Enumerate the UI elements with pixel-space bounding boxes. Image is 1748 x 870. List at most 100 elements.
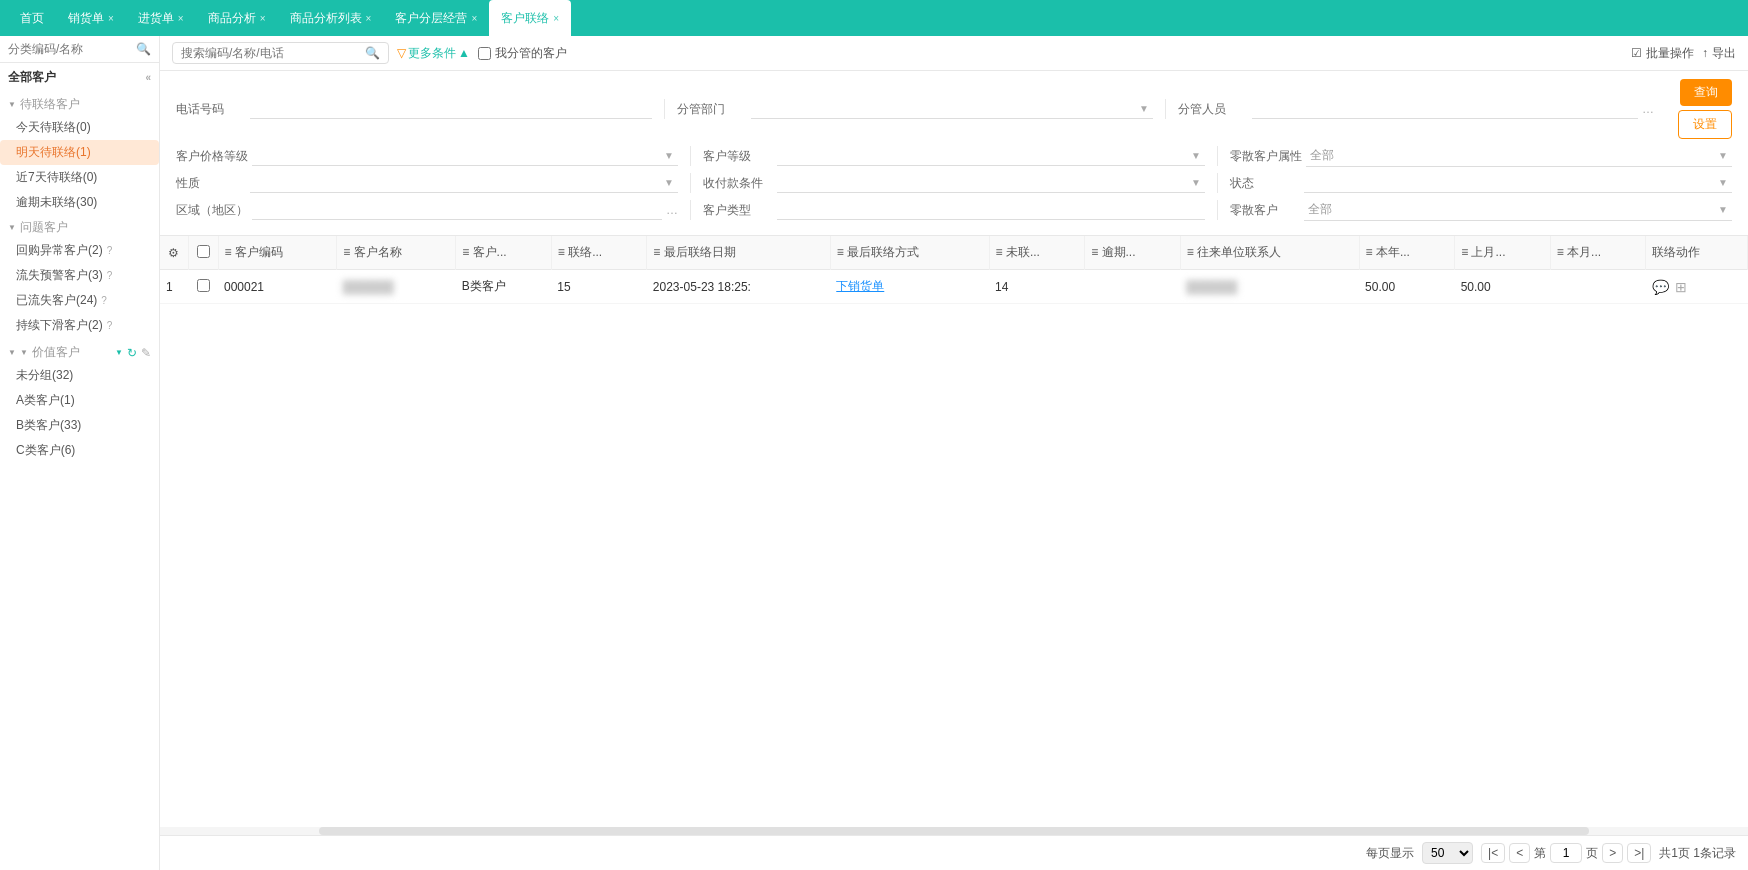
manager-more-icon[interactable]: … xyxy=(1642,102,1654,116)
query-btn[interactable]: 查询 xyxy=(1680,79,1732,106)
cell-index: 1 xyxy=(160,270,188,304)
divider-5 xyxy=(690,173,691,193)
my-customers-checkbox[interactable] xyxy=(478,47,491,60)
cell-overdue xyxy=(1085,270,1181,304)
filter-payment-select[interactable]: ▼ xyxy=(777,174,1205,193)
filter-gender-select[interactable]: ▼ xyxy=(250,174,678,193)
help-icon-2[interactable]: ? xyxy=(107,270,113,281)
cell-no-contact: 14 xyxy=(989,270,1085,304)
search-icon[interactable]: 🔍 xyxy=(365,46,380,60)
region-more-icon[interactable]: … xyxy=(666,203,678,217)
settings-btn[interactable]: 设置 xyxy=(1678,110,1732,139)
cell-checkbox[interactable] xyxy=(188,270,218,304)
sidebar-search-icon[interactable]: 🔍 xyxy=(136,42,151,56)
sidebar-search-input[interactable] xyxy=(8,42,136,56)
nav-product-analysis-list[interactable]: 商品分析列表 × xyxy=(278,0,384,36)
col-unit-contact[interactable]: ≡ 往来单位联系人 xyxy=(1180,236,1359,270)
nav-sales-order[interactable]: 销货单 × xyxy=(56,0,126,36)
col-last-contact-date[interactable]: ≡ 最后联络日期 xyxy=(647,236,830,270)
actions-wrap: 💬 ⊞ xyxy=(1652,279,1742,295)
grid-icon[interactable]: ⊞ xyxy=(1675,279,1687,295)
close-product-analysis-icon[interactable]: × xyxy=(260,13,266,24)
sidebar-item-churn-warning[interactable]: 流失预警客户(3) ? xyxy=(0,263,159,288)
edit-icon[interactable]: ✎ xyxy=(141,346,151,360)
nav-home[interactable]: 首页 xyxy=(8,0,56,36)
col-no-contact[interactable]: ≡ 未联... xyxy=(989,236,1085,270)
prev-page-btn[interactable]: < xyxy=(1509,843,1530,863)
filter-region-input[interactable] xyxy=(252,201,662,220)
horizontal-scrollbar[interactable] xyxy=(160,827,1748,835)
caret-icon-5: ▼ xyxy=(664,177,674,188)
filter-customer-type-select[interactable] xyxy=(777,201,1205,220)
per-page-label: 每页显示 xyxy=(1366,845,1414,862)
batch-op-btn[interactable]: ☑ 批量操作 xyxy=(1631,45,1694,62)
refresh-icon[interactable]: ↻ xyxy=(115,346,137,360)
filter-price-level-select[interactable]: ▼ xyxy=(252,147,678,166)
sidebar-item-a-customers[interactable]: A类客户(1) xyxy=(0,388,159,413)
col-contact[interactable]: ≡ 联络... xyxy=(551,236,647,270)
cell-last-method[interactable]: 下销货单 xyxy=(830,270,989,304)
nav-customer-stratify[interactable]: 客户分层经营 × xyxy=(383,0,489,36)
sidebar-item-declining[interactable]: 持续下滑客户(2) ? xyxy=(0,313,159,338)
next-page-btn[interactable]: > xyxy=(1602,843,1623,863)
close-purchase-order-icon[interactable]: × xyxy=(178,13,184,24)
col-last-month[interactable]: ≡ 上月... xyxy=(1455,236,1551,270)
col-this-year[interactable]: ≡ 本年... xyxy=(1359,236,1455,270)
cell-this-year: 50.00 xyxy=(1359,270,1455,304)
sidebar-group-problem: 问题客户 xyxy=(0,215,159,238)
col-code[interactable]: ≡ 客户编码 xyxy=(218,236,337,270)
col-overdue[interactable]: ≡ 逾期... xyxy=(1085,236,1181,270)
help-icon-3[interactable]: ? xyxy=(101,295,107,306)
filter-manager-input[interactable] xyxy=(1252,100,1638,119)
col-checkbox[interactable] xyxy=(188,236,218,270)
page-size-select[interactable]: 50 100 200 xyxy=(1422,842,1473,864)
col-this-month[interactable]: ≡ 本月... xyxy=(1550,236,1646,270)
col-settings[interactable]: ⚙ xyxy=(160,236,188,270)
close-customer-contact-icon[interactable]: × xyxy=(553,13,559,24)
filter-phone-input[interactable] xyxy=(250,100,652,119)
sidebar-item-c-customers[interactable]: C类客户(6) xyxy=(0,438,159,463)
comment-icon[interactable]: 💬 xyxy=(1652,279,1669,295)
filter-status-select[interactable]: ▼ xyxy=(1304,174,1732,193)
divider-1 xyxy=(664,99,665,119)
filter-customer-level-select[interactable]: ▼ xyxy=(777,147,1205,166)
my-customers-label[interactable]: 我分管的客户 xyxy=(478,45,567,62)
search-input[interactable] xyxy=(181,46,361,60)
help-icon-4[interactable]: ? xyxy=(107,320,113,331)
row-checkbox[interactable] xyxy=(197,279,210,292)
col-type[interactable]: ≡ 客户... xyxy=(456,236,552,270)
nav-product-analysis[interactable]: 商品分析 × xyxy=(196,0,278,36)
sidebar-item-7days-contact[interactable]: 近7天待联络(0) xyxy=(0,165,159,190)
filter-row-3: 性质 ▼ 收付款条件 ▼ 状态 ▼ xyxy=(176,173,1732,193)
filter-dept-select[interactable]: ▼ xyxy=(751,100,1153,119)
divider-3 xyxy=(690,146,691,166)
filter-retail-attr-select[interactable]: 全部 ▼ xyxy=(1306,145,1732,167)
sidebar-all-customers[interactable]: 全部客户 « xyxy=(0,63,159,92)
col-last-contact-method[interactable]: ≡ 最后联络方式 xyxy=(830,236,989,270)
last-page-btn[interactable]: >| xyxy=(1627,843,1651,863)
more-conditions-btn[interactable]: ▽ 更多条件 ▲ xyxy=(397,45,470,62)
sidebar-item-b-customers[interactable]: B类客户(33) xyxy=(0,413,159,438)
close-sales-order-icon[interactable]: × xyxy=(108,13,114,24)
sidebar-item-ungroup[interactable]: 未分组(32) xyxy=(0,363,159,388)
sidebar-item-churned[interactable]: 已流失客户(24) ? xyxy=(0,288,159,313)
filter-retail-customer-select[interactable]: 全部 ▼ xyxy=(1304,199,1732,221)
customers-table: ⚙ ≡ 客户编码 ≡ 客户名称 ≡ 客户... ≡ 联络... xyxy=(160,236,1748,304)
sidebar-item-overdue-contact[interactable]: 逾期未联络(30) xyxy=(0,190,159,215)
first-page-btn[interactable]: |< xyxy=(1481,843,1505,863)
nav-customer-contact[interactable]: 客户联络 × xyxy=(489,0,571,36)
page-input[interactable] xyxy=(1550,843,1582,863)
export-btn[interactable]: ↑ 导出 xyxy=(1702,45,1736,62)
sidebar-item-repurchase-abnormal[interactable]: 回购异常客户(2) ? xyxy=(0,238,159,263)
close-customer-stratify-icon[interactable]: × xyxy=(471,13,477,24)
nav-purchase-order[interactable]: 进货单 × xyxy=(126,0,196,36)
sidebar-item-today-contact[interactable]: 今天待联络(0) xyxy=(0,115,159,140)
select-all-checkbox[interactable] xyxy=(197,245,210,258)
cell-this-month xyxy=(1550,270,1646,304)
divider-4 xyxy=(1217,146,1218,166)
cell-last-date: 2023-05-23 18:25: xyxy=(647,270,830,304)
help-icon-1[interactable]: ? xyxy=(107,245,113,256)
col-name[interactable]: ≡ 客户名称 xyxy=(337,236,456,270)
sidebar-item-tomorrow-contact[interactable]: 明天待联络(1) xyxy=(0,140,159,165)
close-product-analysis-list-icon[interactable]: × xyxy=(366,13,372,24)
